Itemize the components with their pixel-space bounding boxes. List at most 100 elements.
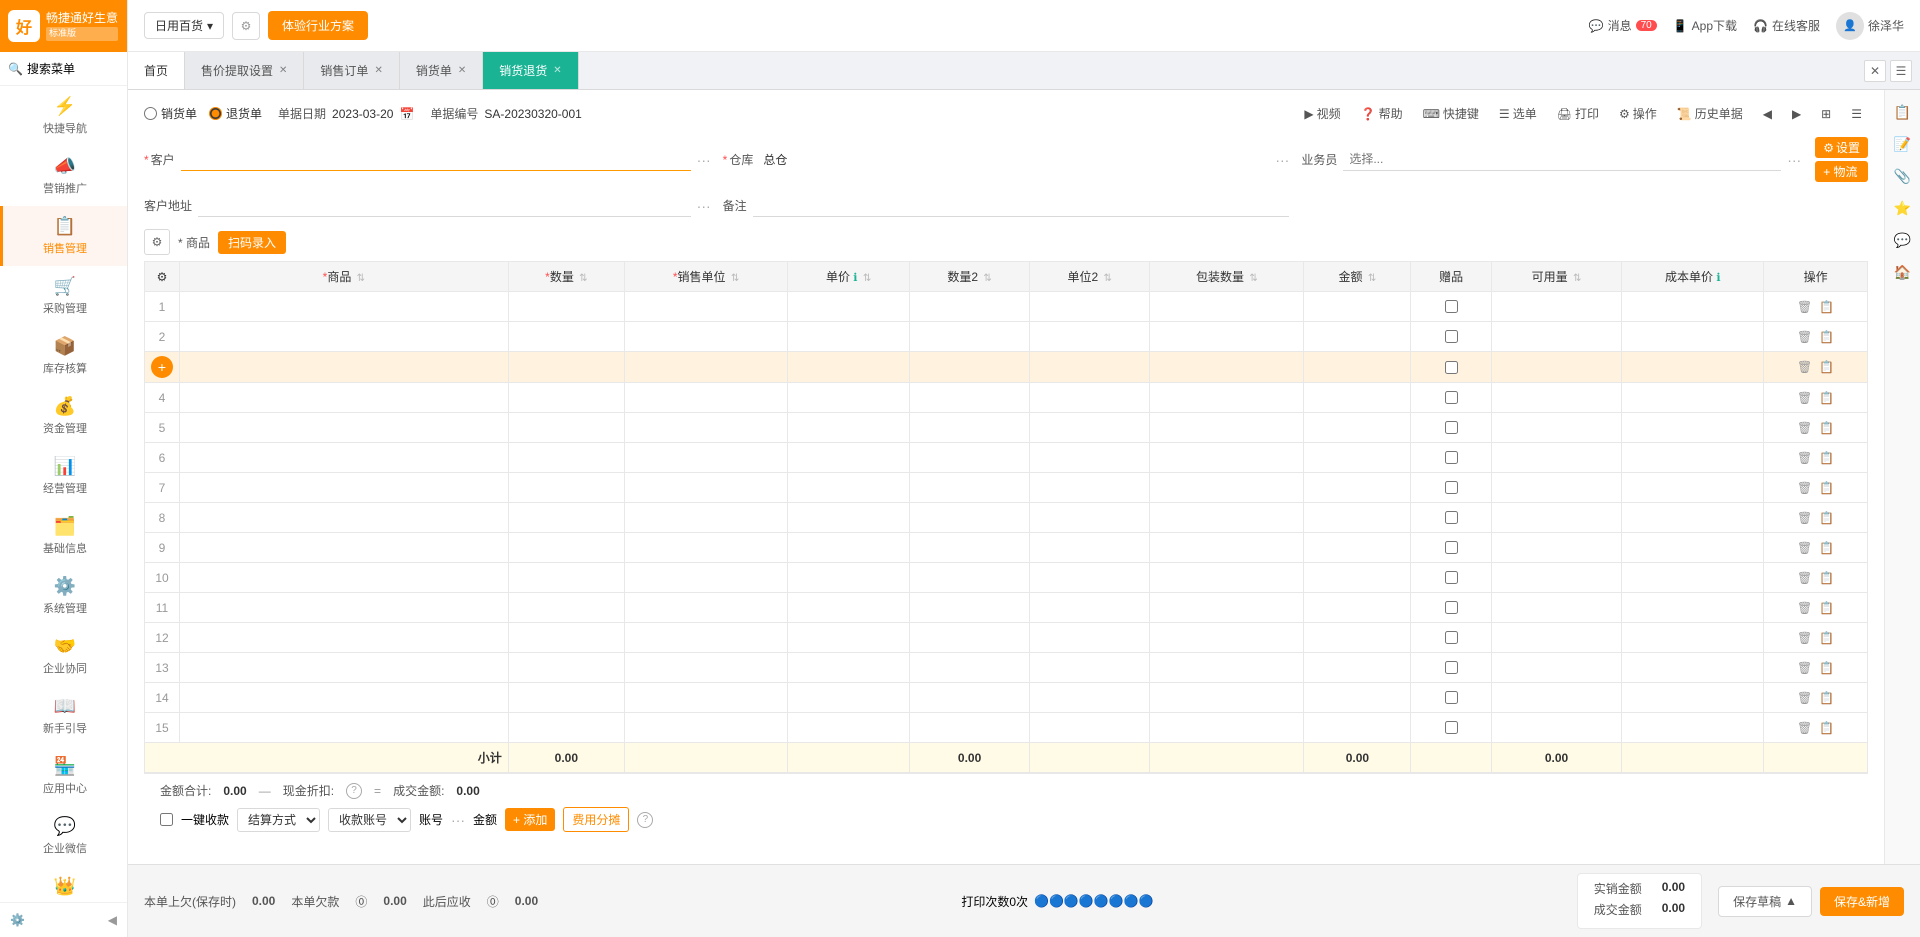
cell-qty[interactable] bbox=[508, 292, 624, 322]
scan-btn[interactable]: 扫码录入 bbox=[218, 231, 286, 254]
add-payment-btn[interactable]: + 添加 bbox=[505, 808, 555, 831]
product-input[interactable] bbox=[186, 631, 502, 645]
cell-cost[interactable] bbox=[1622, 713, 1764, 743]
product-input[interactable] bbox=[186, 391, 502, 405]
tab-首页[interactable]: 首页 bbox=[128, 52, 185, 89]
sidebar-item-guide[interactable]: 📖 新手引导 bbox=[0, 686, 127, 746]
cell-qty2[interactable] bbox=[910, 322, 1030, 352]
sidebar-item-marketing[interactable]: 📣 营销推广 bbox=[0, 146, 127, 206]
delete-icon[interactable]: 🗑 bbox=[1796, 389, 1814, 407]
cell-pack[interactable] bbox=[1150, 413, 1304, 443]
sidebar-item-finance[interactable]: 💰 资金管理 bbox=[0, 386, 127, 446]
account-dots[interactable]: ··· bbox=[451, 812, 465, 828]
cell-product[interactable] bbox=[180, 322, 509, 352]
cell-amount[interactable] bbox=[1304, 413, 1411, 443]
cell-unit2[interactable] bbox=[1030, 653, 1150, 683]
cell-amount[interactable] bbox=[1304, 623, 1411, 653]
delete-icon[interactable]: 🗑 bbox=[1796, 569, 1814, 587]
cell-price[interactable] bbox=[788, 533, 910, 563]
cell-qty2[interactable] bbox=[910, 383, 1030, 413]
cell-price[interactable] bbox=[788, 473, 910, 503]
save-new-btn[interactable]: 保存&新增 bbox=[1820, 887, 1904, 916]
once-debt-help[interactable]: ⓪ bbox=[355, 893, 367, 910]
gift-checkbox[interactable] bbox=[1445, 481, 1458, 494]
cell-pack[interactable] bbox=[1150, 623, 1304, 653]
cell-cost[interactable] bbox=[1622, 683, 1764, 713]
cell-amount[interactable] bbox=[1304, 533, 1411, 563]
product-input[interactable] bbox=[186, 541, 502, 555]
product-input[interactable] bbox=[186, 481, 502, 495]
cell-unit[interactable] bbox=[624, 533, 787, 563]
ops-btn[interactable]: ⚙ 操作 bbox=[1613, 102, 1663, 125]
cell-amount[interactable] bbox=[1304, 653, 1411, 683]
cell-available[interactable] bbox=[1491, 683, 1622, 713]
cell-available[interactable] bbox=[1491, 443, 1622, 473]
cell-cost[interactable] bbox=[1622, 352, 1764, 383]
table-settings-btn[interactable]: ⚙ bbox=[144, 229, 170, 255]
cell-available[interactable] bbox=[1491, 322, 1622, 352]
right-panel-btn-4[interactable]: 💬 bbox=[1889, 226, 1917, 254]
gift-checkbox[interactable] bbox=[1445, 691, 1458, 704]
video-btn[interactable]: ▶ 视频 bbox=[1298, 102, 1346, 125]
cell-pack[interactable] bbox=[1150, 292, 1304, 322]
sidebar-item-operation[interactable]: 📊 经营管理 bbox=[0, 446, 127, 506]
cell-amount[interactable] bbox=[1304, 292, 1411, 322]
cell-product[interactable] bbox=[180, 683, 509, 713]
settings-btn[interactable]: ⚙ 设置 bbox=[1815, 137, 1868, 158]
cell-qty[interactable] bbox=[508, 563, 624, 593]
cell-qty[interactable] bbox=[508, 623, 624, 653]
cell-unit2[interactable] bbox=[1030, 292, 1150, 322]
cell-unit[interactable] bbox=[624, 443, 787, 473]
delete-icon[interactable]: 🗑 bbox=[1796, 479, 1814, 497]
shortcut-btn[interactable]: ⌨ 快捷键 bbox=[1417, 102, 1485, 125]
category-select[interactable]: 日用百货 ▾ bbox=[144, 12, 224, 39]
cell-price[interactable] bbox=[788, 623, 910, 653]
delete-icon[interactable]: 🗑 bbox=[1796, 539, 1814, 557]
cell-price[interactable] bbox=[788, 322, 910, 352]
remark-input[interactable] bbox=[753, 194, 1290, 217]
cell-product[interactable] bbox=[180, 352, 509, 383]
cell-price[interactable] bbox=[788, 503, 910, 533]
cell-unit2[interactable] bbox=[1030, 413, 1150, 443]
cell-product[interactable] bbox=[180, 413, 509, 443]
address-dots[interactable]: ··· bbox=[697, 198, 711, 214]
add-row-btn[interactable]: + bbox=[151, 356, 173, 378]
sidebar-item-inventory[interactable]: 📦 库存核算 bbox=[0, 326, 127, 386]
staff-dots[interactable]: ··· bbox=[1787, 152, 1801, 168]
gift-checkbox[interactable] bbox=[1445, 391, 1458, 404]
product-input[interactable] bbox=[186, 511, 502, 525]
cell-amount[interactable] bbox=[1304, 503, 1411, 533]
cell-qty[interactable] bbox=[508, 653, 624, 683]
cell-available[interactable] bbox=[1491, 352, 1622, 383]
select-btn[interactable]: ☰ 选单 bbox=[1493, 102, 1543, 125]
cell-qty[interactable] bbox=[508, 683, 624, 713]
app-download-btn[interactable]: 📱 App下载 bbox=[1673, 17, 1737, 34]
cell-price[interactable] bbox=[788, 413, 910, 443]
cell-unit2[interactable] bbox=[1030, 623, 1150, 653]
cell-qty[interactable] bbox=[508, 713, 624, 743]
cell-product[interactable] bbox=[180, 503, 509, 533]
list-view-btn[interactable]: ☰ bbox=[1845, 104, 1868, 124]
cell-pack[interactable] bbox=[1150, 533, 1304, 563]
cell-pack[interactable] bbox=[1150, 653, 1304, 683]
sidebar-item-system[interactable]: ⚙️ 系统管理 bbox=[0, 566, 127, 626]
gift-checkbox[interactable] bbox=[1445, 541, 1458, 554]
radio-return[interactable]: 退货单 bbox=[209, 105, 262, 122]
cell-product[interactable] bbox=[180, 443, 509, 473]
cell-available[interactable] bbox=[1491, 563, 1622, 593]
cell-qty[interactable] bbox=[508, 533, 624, 563]
cell-unit[interactable] bbox=[624, 322, 787, 352]
delete-icon[interactable]: 🗑 bbox=[1796, 689, 1814, 707]
copy-icon[interactable]: 📋 bbox=[1818, 358, 1836, 376]
grid-view-btn[interactable]: ⊞ bbox=[1815, 104, 1837, 124]
cell-unit2[interactable] bbox=[1030, 563, 1150, 593]
cell-qty2[interactable] bbox=[910, 683, 1030, 713]
cell-unit2[interactable] bbox=[1030, 383, 1150, 413]
copy-icon[interactable]: 📋 bbox=[1818, 719, 1836, 737]
cell-price[interactable] bbox=[788, 383, 910, 413]
right-panel-btn-3[interactable]: ⭐ bbox=[1889, 194, 1917, 222]
cell-available[interactable] bbox=[1491, 383, 1622, 413]
cell-cost[interactable] bbox=[1622, 593, 1764, 623]
cell-qty2[interactable] bbox=[910, 563, 1030, 593]
topbar-settings-btn[interactable]: ⚙ bbox=[232, 12, 260, 40]
